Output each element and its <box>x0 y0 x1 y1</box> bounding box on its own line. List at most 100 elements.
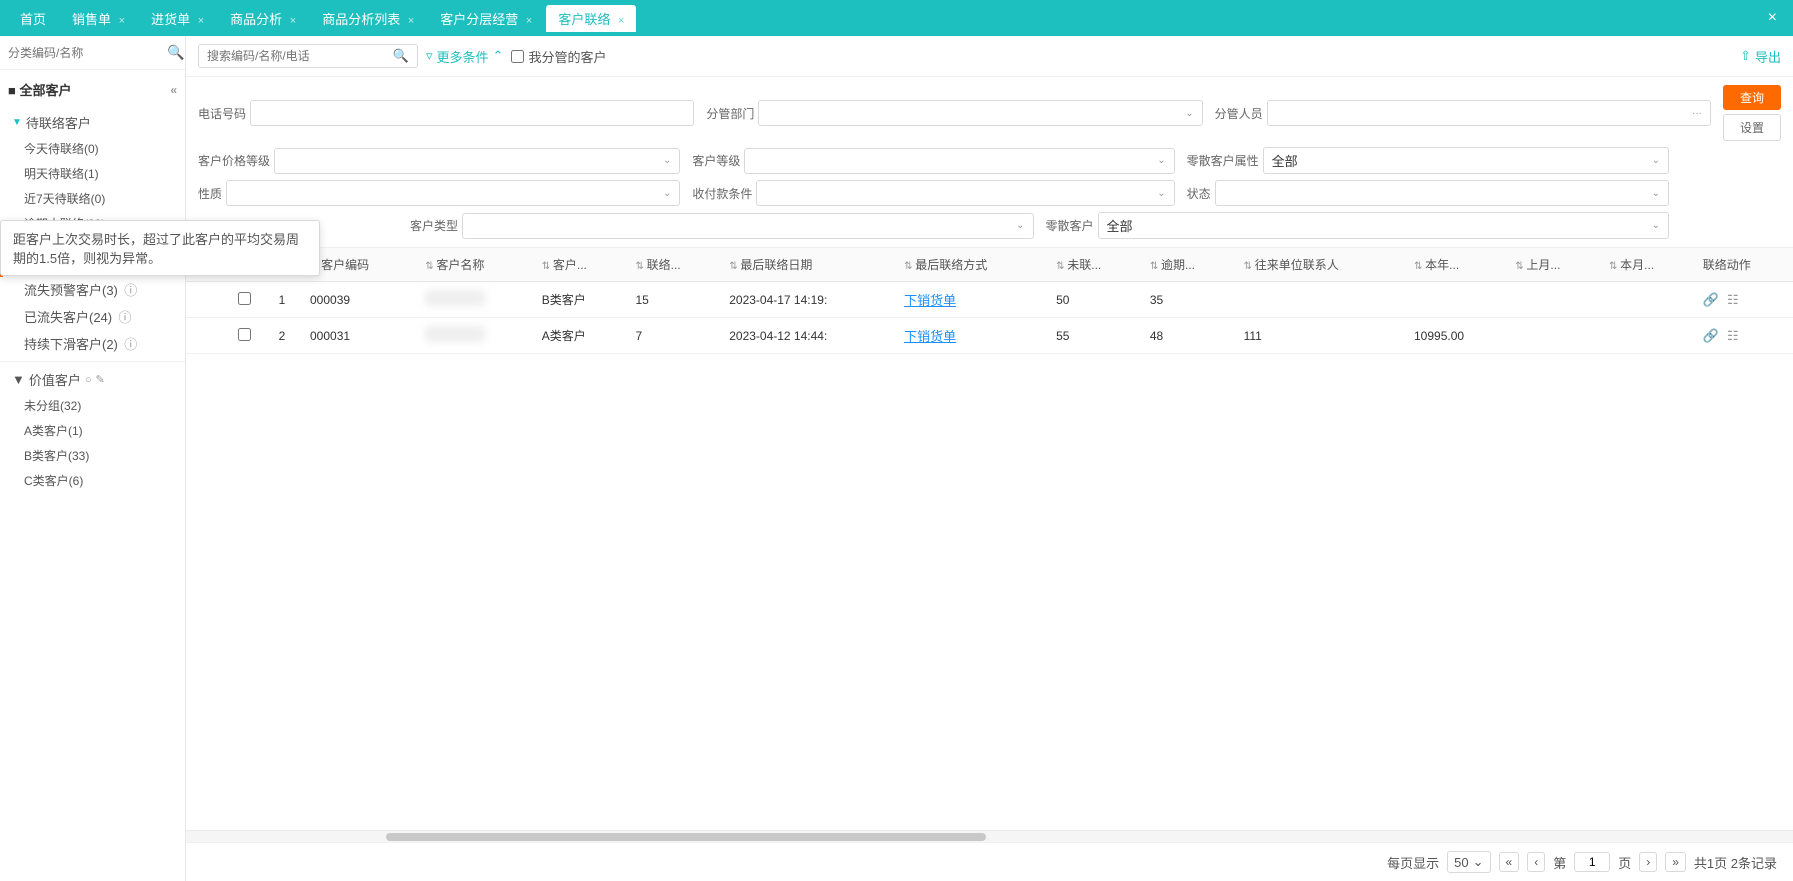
value-group-label: 价值客户 <box>29 370 81 389</box>
close-contact-icon[interactable]: × <box>618 15 624 27</box>
col-overdue-header[interactable]: 逾期... <box>1142 248 1236 282</box>
col-lastmonth-header[interactable]: 上月... <box>1507 248 1601 282</box>
filter-nature: 性质 ⌄ <box>198 180 680 206</box>
filter-row-4: ··· 客户类型 ⌄ 零散客户 全部 ⌄ <box>198 212 1781 239</box>
filter-status-select[interactable]: ⌄ <box>1215 180 1669 206</box>
row2-grid-icon[interactable]: ☷ <box>1727 328 1739 344</box>
filter-customer-type: 客户类型 ⌄ <box>410 213 1034 239</box>
nav-tab-customer-segment[interactable]: 客户分层经营 × <box>428 5 544 32</box>
filter-price-grade-select[interactable]: ⌄ <box>274 148 680 174</box>
window-close-button[interactable]: × <box>1760 9 1785 27</box>
close-segment-icon[interactable]: × <box>526 15 532 27</box>
filter-customer-grade-select[interactable]: ⌄ <box>744 148 1174 174</box>
sidebar-item-today[interactable]: 今天待联络(0) <box>0 136 185 161</box>
content-area: 🔍 ▿ 更多条件 ⌃ 我分管的客户 ⇧ 导出 电话号码 <box>186 36 1793 881</box>
filter-phone-input[interactable] <box>250 100 694 126</box>
row1-grid-icon[interactable]: ☷ <box>1727 292 1739 308</box>
sidebar-value-group-title[interactable]: ▼ 价值客户 ○ ✎ <box>0 366 185 393</box>
per-page-select[interactable]: 50 ⌄ <box>1447 851 1490 873</box>
filter-customer-grade-arrow-icon: ⌄ <box>1157 155 1165 166</box>
close-analysis-icon[interactable]: × <box>290 15 296 27</box>
row2-lastmonth <box>1507 318 1601 354</box>
prev-page-button[interactable]: ‹ <box>1527 852 1545 872</box>
row2-checkbox[interactable] <box>238 328 251 341</box>
export-button[interactable]: ⇧ 导出 <box>1740 47 1781 66</box>
filter-more-btn[interactable]: ▿ 更多条件 ⌃ <box>426 47 503 66</box>
search-bar: 🔍 ▿ 更多条件 ⌃ 我分管的客户 ⇧ 导出 <box>186 36 1793 77</box>
nav-tab-purchase[interactable]: 进货单 × <box>139 5 216 32</box>
row1-contact: 15 <box>627 282 721 318</box>
close-purchase-icon[interactable]: × <box>198 15 204 27</box>
query-button[interactable]: 查询 <box>1723 85 1781 110</box>
settings-button[interactable]: 设置 <box>1723 114 1781 141</box>
sidebar-item-tomorrow[interactable]: 明天待联络(1) <box>0 161 185 186</box>
row1-checkbox[interactable] <box>238 292 251 305</box>
horizontal-scrollbar-thumb[interactable] <box>386 833 986 841</box>
filter-dept-select[interactable]: ⌄ <box>758 100 1202 126</box>
row2-settings <box>186 318 226 354</box>
filter-customer-type-select[interactable]: ⌄ <box>462 213 1033 239</box>
sidebar-item-b-type[interactable]: B类客户(33) <box>0 443 185 468</box>
sidebar-item-c-type[interactable]: C类客户(6) <box>0 468 185 493</box>
search-main-icon[interactable]: 🔍 <box>393 48 409 64</box>
col-name-header[interactable]: 客户名称 <box>417 248 533 282</box>
sidebar-divider-2 <box>0 361 185 362</box>
table-head: ⚙ 客户编码 客户名称 客户... 联络... 最后联络日期 最后联络方式 未联… <box>186 248 1793 282</box>
row2-uncontacted: 55 <box>1048 318 1142 354</box>
sidebar-item-7days[interactable]: 近7天待联络(0) <box>0 186 185 211</box>
search-input[interactable] <box>207 49 393 63</box>
filter-status: 状态 ⌄ <box>1187 180 1669 206</box>
sidebar-item-a-type[interactable]: A类客户(1) <box>0 418 185 443</box>
sidebar-item-loss-warning[interactable]: 流失预警客户(3) ⓘ <box>0 276 185 303</box>
close-analysis-list-icon[interactable]: × <box>408 15 414 27</box>
nav-tab-analysis-list[interactable]: 商品分析列表 × <box>310 5 426 32</box>
sidebar-item-lost-customers[interactable]: 已流失客户(24) ⓘ <box>0 303 185 330</box>
per-page-value: 50 <box>1454 855 1468 870</box>
filter-manager-dots: ··· <box>1692 108 1702 119</box>
filter-retail-attr-select[interactable]: 全部 ⌄ <box>1263 147 1669 174</box>
filter-manager: 分管人员 ··· <box>1215 100 1711 126</box>
sidebar-item-ungroups[interactable]: 未分组(32) <box>0 393 185 418</box>
col-thismonth-header[interactable]: 本月... <box>1601 248 1695 282</box>
first-page-button[interactable]: « <box>1499 852 1520 872</box>
nav-tab-sales[interactable]: 销售单 × <box>60 5 137 32</box>
sidebar-search-icon[interactable]: 🔍 <box>167 44 184 61</box>
col-lastmethod-header[interactable]: 最后联络方式 <box>896 248 1048 282</box>
next-page-button[interactable]: › <box>1639 852 1657 872</box>
col-uncontacted-header[interactable]: 未联... <box>1048 248 1142 282</box>
horizontal-scrollbar-area[interactable] <box>186 830 1793 842</box>
row1-link-icon[interactable]: 🔗 <box>1703 292 1719 308</box>
row2-lastmethod-link[interactable]: 下销货单 <box>904 329 956 344</box>
nav-tab-home[interactable]: 首页 <box>8 5 58 32</box>
nav-tab-analysis[interactable]: 商品分析 × <box>218 5 308 32</box>
col-lastdate-header[interactable]: 最后联络日期 <box>721 248 896 282</box>
last-page-button[interactable]: » <box>1665 852 1686 872</box>
value-group-edit-icon[interactable]: ✎ <box>96 373 105 386</box>
filter-retail-select[interactable]: 全部 ⌄ <box>1098 212 1669 239</box>
page-number-input[interactable] <box>1574 852 1610 872</box>
col-year-header[interactable]: 本年... <box>1406 248 1507 282</box>
close-sales-icon[interactable]: × <box>119 15 125 27</box>
table-row: 1 000039 B类客户 15 2023-04-17 14:19: 下销货单 … <box>186 282 1793 318</box>
row2-link-icon[interactable]: 🔗 <box>1703 328 1719 344</box>
filter-nature-select[interactable]: ⌄ <box>226 180 680 206</box>
nav-tab-customer-contact[interactable]: 客户联络 × <box>546 5 636 32</box>
sidebar-pending-title[interactable]: ▼ 待联络客户 <box>0 109 185 136</box>
sidebar-item-declining-customers[interactable]: 持续下滑客户(2) ⓘ <box>0 330 185 357</box>
filter-payment-arrow-icon: ⌄ <box>1157 188 1165 199</box>
col-contact2-header[interactable]: 往来单位联系人 <box>1236 248 1406 282</box>
sidebar-collapse-icon[interactable]: « <box>170 83 177 97</box>
sidebar-search-input[interactable] <box>8 46 163 60</box>
row2-overdue: 48 <box>1142 318 1236 354</box>
sidebar-all-customers[interactable]: ■ 全部客户 « <box>0 74 185 105</box>
my-customer-checkbox-area[interactable]: 我分管的客户 <box>511 47 606 66</box>
col-type-header[interactable]: 客户... <box>534 248 628 282</box>
filter-manager-select[interactable]: ··· <box>1267 100 1711 126</box>
my-customer-checkbox[interactable] <box>511 50 524 63</box>
row2-no: 2 <box>262 318 302 354</box>
col-contact-header[interactable]: 联络... <box>627 248 721 282</box>
sidebar-tree: ■ 全部客户 « ▼ 待联络客户 今天待联络(0) 明天待联络(1) 近7天待联… <box>0 70 185 881</box>
row1-lastmethod-link[interactable]: 下销货单 <box>904 293 956 308</box>
value-group-circle-icon[interactable]: ○ <box>85 374 92 386</box>
filter-payment-select[interactable]: ⌄ <box>756 180 1174 206</box>
